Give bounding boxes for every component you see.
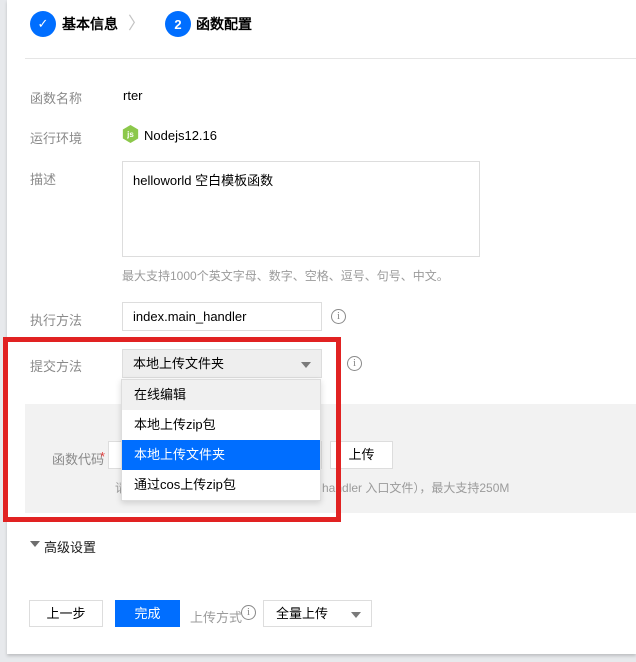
handler-input[interactable] [122,302,322,331]
finish-button[interactable]: 完成 [115,600,180,627]
advanced-settings-toggle[interactable]: 高级设置 [44,537,96,556]
previous-step-button[interactable]: 上一步 [29,600,103,627]
dropdown-option-cos-zip[interactable]: 通过cos上传zip包 [122,470,320,500]
upload-mode-info-icon[interactable]: i [241,605,256,620]
chevron-down-icon [301,362,311,368]
submit-method-label: 提交方法 [30,356,82,375]
upload-mode-label: 上传方式 [190,607,242,626]
step2-label: 函数配置 [196,11,252,37]
upload-button[interactable]: 上传 [330,441,393,469]
header-divider [25,58,636,59]
upload-mode-selected-value: 全量上传 [276,606,328,621]
chevron-right-icon: 〉 [128,11,145,37]
handler-info-icon[interactable]: i [331,309,346,324]
description-label: 描述 [30,169,56,188]
check-icon: ✓ [38,16,49,32]
step1-label: 基本信息 [62,11,118,37]
function-name-label: 函数名称 [30,88,82,107]
runtime-label: 运行环境 [30,128,82,147]
description-help-text: 最大支持1000个英文字母、数字、空格、逗号、句号、中文。 [122,267,449,284]
submit-method-info-icon[interactable]: i [347,356,362,371]
runtime-value: Nodejs12.16 [144,128,217,143]
submit-method-selected-value: 本地上传文件夹 [133,356,224,371]
description-textarea[interactable]: helloworld 空白模板函数 [122,161,480,257]
code-help-text: handler 入口文件），最大支持250M [322,479,509,496]
submit-method-dropdown: 在线编辑 本地上传zip包 本地上传文件夹 通过cos上传zip包 [121,379,321,501]
submit-method-select[interactable]: 本地上传文件夹 [122,349,322,378]
chevron-down-icon [351,612,361,618]
step1-complete-icon: ✓ [30,11,56,37]
dropdown-option-local-zip[interactable]: 本地上传zip包 [122,410,320,440]
dropdown-option-online-edit[interactable]: 在线编辑 [122,380,320,410]
function-name-value: rter [123,88,143,103]
advanced-settings-collapse-icon [30,541,40,547]
step2-number-badge: 2 [165,11,191,37]
required-asterisk: * [100,449,105,464]
dropdown-option-local-folder[interactable]: 本地上传文件夹 [122,440,320,470]
handler-label: 执行方法 [30,310,82,329]
upload-mode-select[interactable]: 全量上传 [263,600,372,627]
function-code-label: 函数代码 [52,449,104,468]
